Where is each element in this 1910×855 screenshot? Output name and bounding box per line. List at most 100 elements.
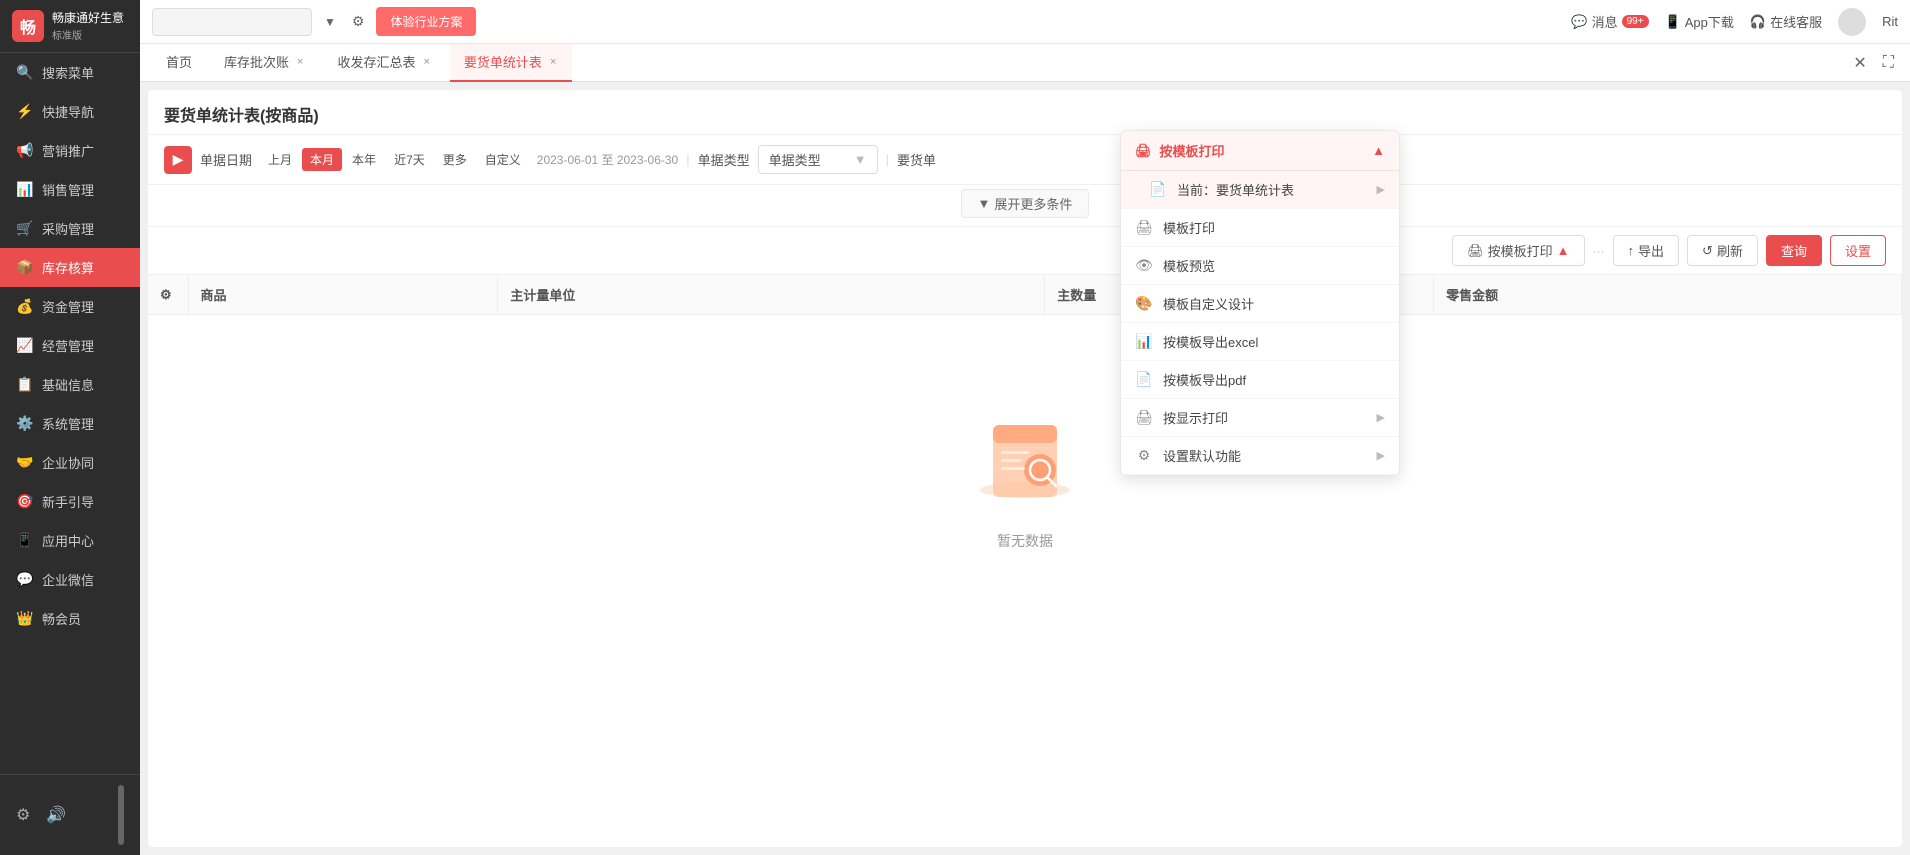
date-range-text: 2023-06-01 至 2023-06-30: [537, 151, 678, 168]
sidebar-item-finance[interactable]: 💰 资金管理: [0, 287, 140, 326]
printer-header-icon: 🖨: [1135, 143, 1152, 159]
print-label: 按模板打印: [1488, 241, 1553, 260]
sidebar-search[interactable]: 🔍 搜索菜单: [0, 53, 140, 92]
dropdown-item-template-design[interactable]: 🎨 模板自定义设计: [1121, 285, 1399, 323]
sidebar-item-basic[interactable]: 📋 基础信息: [0, 365, 140, 404]
topbar-settings-icon[interactable]: ⚙: [348, 9, 369, 34]
nav-search-input[interactable]: [152, 8, 312, 36]
tab-collection-label: 收发存汇总表: [337, 52, 415, 71]
action-right: 🖨 按模板打印 ▲ ··· ↑ 导出 ↺ 刷新 查询 设置: [1452, 235, 1886, 266]
tab-batch[interactable]: 库存批次账 ×: [210, 44, 319, 82]
search-icon: 🔍: [16, 64, 34, 82]
logo-text: 畅康通好生意 标准版: [52, 10, 124, 42]
sidebar-item-sales[interactable]: 📊 销售管理: [0, 170, 140, 209]
date-custom[interactable]: 自定义: [477, 148, 529, 171]
tab-home[interactable]: 首页: [152, 44, 206, 82]
operation-icon: 📈: [16, 337, 34, 355]
tab-order-stats-label: 要货单统计表: [464, 52, 542, 71]
date-more[interactable]: 更多: [435, 148, 475, 171]
dropdown-item-export-excel[interactable]: 📊 按模板导出excel: [1121, 323, 1399, 361]
tab-home-label: 首页: [166, 52, 192, 71]
template-preview-icon: 👁: [1135, 257, 1153, 274]
system-icon: ⚙️: [16, 415, 34, 433]
print-button[interactable]: 🖨 按模板打印 ▲: [1452, 235, 1584, 266]
sidebar-item-wechat[interactable]: 💬 企业微信: [0, 560, 140, 599]
current-template-label: 当前：要货单统计表: [1177, 180, 1294, 199]
online-service-button[interactable]: 🎧 在线客服: [1750, 12, 1822, 31]
query-button[interactable]: 查询: [1766, 235, 1822, 266]
template-preview-label: 模板预览: [1163, 256, 1215, 275]
sidebar-item-purchase[interactable]: 🛒 采购管理: [0, 209, 140, 248]
export-excel-icon: 📊: [1135, 333, 1153, 350]
sidebar-label: 企业微信: [42, 570, 94, 589]
sidebar-label: 系统管理: [42, 414, 94, 433]
sidebar-item-operation[interactable]: 📈 经营管理: [0, 326, 140, 365]
sidebar-item-company[interactable]: 🤝 企业协同: [0, 443, 140, 482]
tab-collection[interactable]: 收发存汇总表 ×: [323, 44, 445, 82]
sidebar-label: 营销推广: [42, 141, 94, 160]
col-product: 商品: [188, 275, 498, 315]
dropdown-item-export-pdf[interactable]: 📄 按模板导出pdf: [1121, 361, 1399, 399]
basic-icon: 📋: [16, 376, 34, 394]
col-settings[interactable]: ⚙: [148, 275, 188, 315]
print-icon: 🖨: [1467, 243, 1484, 259]
dropdown-header-icons: ▲: [1372, 143, 1385, 158]
tab-order-stats-close[interactable]: ×: [548, 56, 558, 68]
refresh-button[interactable]: ↺ 刷新: [1687, 235, 1758, 266]
template-design-label: 模板自定义设计: [1163, 294, 1254, 313]
sidebar-item-apps[interactable]: 📱 应用中心: [0, 521, 140, 560]
type-filter-select[interactable]: 单据类型 ▼: [758, 145, 878, 174]
dropdown-up-icon[interactable]: ▲: [1372, 143, 1385, 158]
date-prev-month[interactable]: 上月: [260, 148, 300, 171]
tab-close-window-icon[interactable]: ✕: [1849, 49, 1870, 77]
dropdown-header: 🖨 按模板打印 ▲: [1121, 131, 1399, 171]
sidebar-item-system[interactable]: ⚙️ 系统管理: [0, 404, 140, 443]
sidebar: 畅 畅康通好生意 标准版 🔍 搜索菜单 ⚡ 快捷导航 📢 营销推广 📊 销售管理…: [0, 0, 140, 855]
sidebar-bottom: ⚙ 🔊: [0, 774, 140, 855]
expand-more-button[interactable]: ▼ 展开更多条件: [961, 189, 1090, 218]
tab-batch-close[interactable]: ×: [295, 56, 305, 68]
sidebar-item-inventory[interactable]: 📦 库存核算: [0, 248, 140, 287]
more-options-icon[interactable]: ···: [1593, 244, 1605, 258]
sidebar-label: 销售管理: [42, 180, 94, 199]
sidebar-item-marketing[interactable]: 📢 营销推广: [0, 131, 140, 170]
apps-icon: 📱: [16, 532, 34, 550]
display-print-label: 按显示打印: [1163, 408, 1228, 427]
sidebar-item-member[interactable]: 👑 畅会员: [0, 599, 140, 638]
date-current-year[interactable]: 本年: [344, 148, 384, 171]
export-pdf-icon: 📄: [1135, 371, 1153, 388]
user-name: Rit: [1882, 14, 1898, 29]
sidebar-label: 库存核算: [42, 258, 94, 277]
filter-expand-button[interactable]: ▶: [164, 146, 192, 174]
dropdown-item-default-func[interactable]: ⚙ 设置默认功能 ▶: [1121, 437, 1399, 475]
app-title: 畅康通好生意: [52, 10, 124, 27]
table-settings-icon[interactable]: ⚙: [160, 287, 172, 302]
settings-button[interactable]: 设置: [1830, 235, 1886, 266]
dropdown-item-template-print[interactable]: 🖨 模板打印: [1121, 209, 1399, 247]
dropdown-current-template[interactable]: 📄 当前：要货单统计表 ▶: [1121, 171, 1399, 209]
date-7days[interactable]: 近7天: [386, 148, 433, 171]
user-avatar[interactable]: [1838, 8, 1866, 36]
message-button[interactable]: 💬 消息 99+: [1571, 12, 1648, 31]
sidebar-item-guide[interactable]: 🎯 新手引导: [0, 482, 140, 521]
tab-order-stats[interactable]: 要货单统计表 ×: [450, 44, 572, 82]
nav-dropdown-icon[interactable]: ▼: [320, 11, 340, 33]
filter-separator: |: [686, 152, 689, 167]
app-download-button[interactable]: 📱 App下载: [1665, 12, 1734, 31]
dropdown-item-template-preview[interactable]: 👁 模板预览: [1121, 247, 1399, 285]
tab-maximize-icon[interactable]: ⛶: [1879, 50, 1898, 76]
content-area: 要货单统计表(按商品) ▶ 单据日期 上月 本月 本年 近7天 更多 自定义 2…: [148, 90, 1902, 847]
sidebar-logo: 畅 畅康通好生意 标准版: [0, 0, 140, 53]
member-icon: 👑: [16, 610, 34, 628]
speaker-icon[interactable]: 🔊: [46, 805, 66, 825]
dropdown-item-display-print[interactable]: 🖨 按显示打印 ▶: [1121, 399, 1399, 437]
template-design-icon: 🎨: [1135, 295, 1153, 312]
tab-collection-close[interactable]: ×: [421, 56, 431, 68]
order-filter-label: 要货单: [897, 150, 936, 169]
action-bar: 🖨 按模板打印 ▲ ··· ↑ 导出 ↺ 刷新 查询 设置: [148, 227, 1902, 275]
demo-button[interactable]: 体验行业方案: [376, 7, 476, 36]
export-button[interactable]: ↑ 导出: [1613, 235, 1680, 266]
sidebar-item-shortcut[interactable]: ⚡ 快捷导航: [0, 92, 140, 131]
date-current-month[interactable]: 本月: [302, 148, 342, 171]
settings-bottom-icon[interactable]: ⚙: [16, 805, 30, 825]
